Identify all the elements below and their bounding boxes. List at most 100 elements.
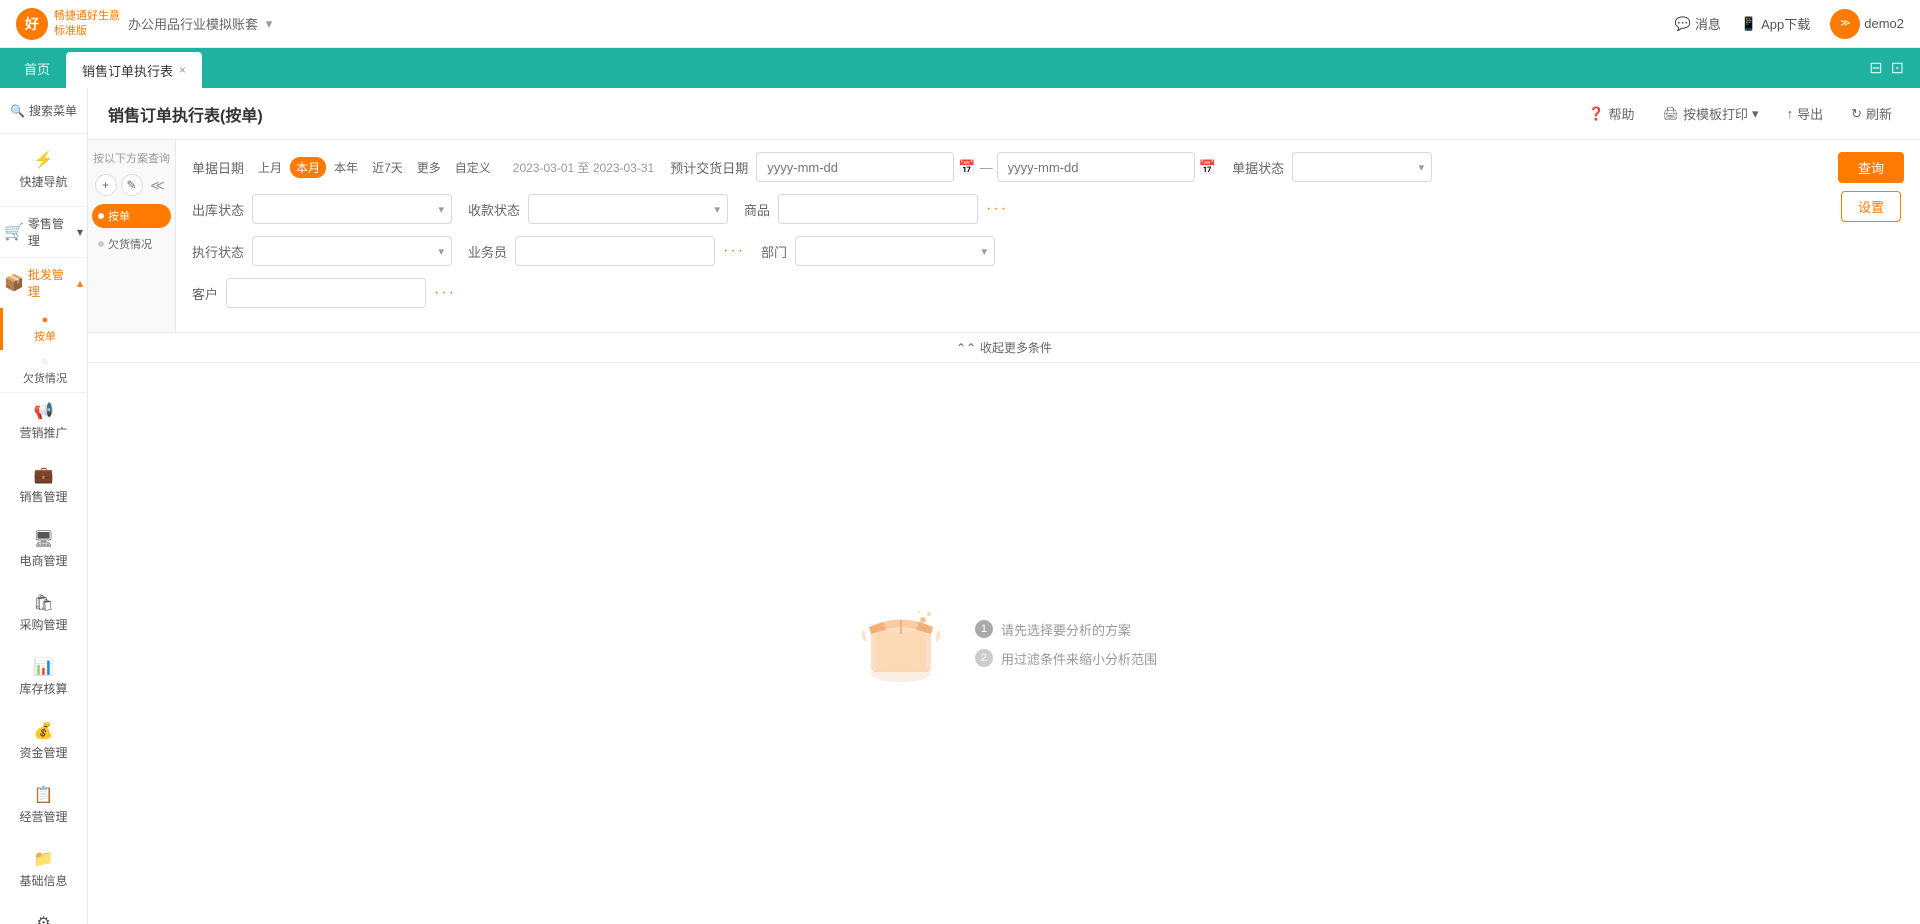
exec-status-label: 执行状态	[192, 242, 244, 261]
filter-field-exec-status: 执行状态	[192, 236, 452, 266]
plan-dot-1	[98, 213, 104, 219]
message-action[interactable]: 💬 消息	[1675, 14, 1721, 33]
collect-select[interactable]	[528, 194, 728, 224]
collect-label: 收款状态	[468, 200, 520, 219]
sidebar-subitem-按单[interactable]: ● 按单	[0, 308, 87, 350]
customer-more-button[interactable]: ···	[434, 284, 456, 302]
date-tab-更多[interactable]: 更多	[411, 157, 447, 178]
goods-more-button[interactable]: ···	[986, 200, 1008, 218]
predict-date-to-calendar-icon[interactable]: 📅	[1199, 159, 1216, 176]
filter-plan-item-欠货情况[interactable]: 欠货情况	[92, 232, 171, 256]
filter-row-4: 客户 ···	[192, 278, 1814, 308]
page-title: 销售订单执行表(按单)	[108, 102, 263, 138]
search-icon: 🔍	[10, 104, 25, 118]
status-select[interactable]	[1292, 152, 1432, 182]
empty-illustration	[851, 592, 951, 692]
plan-dot-2	[98, 241, 104, 247]
goods-input[interactable]	[778, 194, 978, 224]
purchase-icon: 🛍	[33, 593, 53, 613]
page-header-actions: ❓ 帮助 🖨 按模板打印 ▾ ↑ 导出 ↻ 刷新	[1580, 100, 1900, 139]
collapse-icon: ⌃⌃	[956, 341, 976, 355]
sidebar-item-stock[interactable]: 📊 库存核算	[0, 649, 87, 705]
tab-maximize-button[interactable]: ⊡	[1891, 58, 1904, 78]
filter-edit-button[interactable]: ✎	[121, 174, 143, 196]
sidebar-item-wholesale[interactable]: 📦 批发管理 ▴	[0, 258, 87, 308]
filter-plan-item-按单[interactable]: 按单	[92, 204, 171, 228]
system-icon: ⚙	[36, 913, 50, 924]
sidebar-item-finance[interactable]: 💰 资金管理	[0, 713, 87, 769]
refresh-button[interactable]: ↻ 刷新	[1843, 100, 1900, 127]
sidebar-item-system[interactable]: ⚙ 系统管理	[0, 905, 87, 924]
print-icon: 🖨	[1663, 106, 1680, 122]
date-separator: —	[980, 160, 993, 175]
sidebar-item-basic[interactable]: 📁 基础信息	[0, 841, 87, 897]
sidebar-item-purchase[interactable]: 🛍 采购管理	[0, 585, 87, 641]
filter-field-status: 单据状态	[1232, 152, 1432, 182]
filter-field-salesperson: 业务员 ···	[468, 236, 745, 266]
settings-button[interactable]: 设置	[1841, 191, 1901, 222]
filter-row-1: 单据日期 上月 本月 本年 近7天 更多 自定义 2023-03-01 至 20…	[192, 152, 1814, 182]
page-header: 销售订单执行表(按单) ❓ 帮助 🖨 按模板打印 ▾ ↑ 导出 ↻ 刷新	[88, 88, 1920, 140]
salesperson-input[interactable]	[515, 236, 715, 266]
circle-icon2: ○	[42, 356, 49, 368]
sidebar-quick-nav: ⚡ 快捷导航	[0, 134, 87, 207]
customer-input[interactable]	[226, 278, 426, 308]
empty-tip-1: 1 请先选择要分析的方案	[975, 620, 1157, 639]
tab-minimize-button[interactable]: ⊟	[1869, 58, 1882, 78]
sidebar-item-operations[interactable]: 📋 经营管理	[0, 777, 87, 833]
outstock-select[interactable]	[252, 194, 452, 224]
sidebar-wholesale-section: 📦 批发管理 ▴ ● 按单 ○ 欠货情况	[0, 258, 87, 393]
filter-collapse-button[interactable]: ≪	[147, 174, 169, 196]
circle-icon: ●	[42, 314, 49, 326]
collapse-bar[interactable]: ⌃⌃ 收起更多条件	[88, 333, 1920, 363]
sidebar-item-quicknav[interactable]: ⚡ 快捷导航	[0, 142, 87, 198]
filter-field-date: 单据日期 上月 本月 本年 近7天 更多 自定义 2023-03-01 至 20…	[192, 157, 654, 178]
sidebar-item-retail[interactable]: 🛒 零售管理 ▾	[0, 207, 87, 257]
tab-active-label: 销售订单执行表	[82, 61, 173, 80]
logo-area: 好 畅捷通好生意 标准版	[16, 8, 120, 40]
help-icon: ❓	[1588, 106, 1604, 122]
print-expand-icon: ▾	[1752, 106, 1759, 122]
sales-icon: 💼	[34, 465, 54, 485]
app-title-area: 办公用品行业模拟账套 ▾	[128, 14, 276, 33]
date-tab-上月[interactable]: 上月	[252, 157, 288, 178]
date-tab-本月[interactable]: 本月	[290, 157, 326, 178]
tab-home[interactable]: 首页	[8, 48, 66, 88]
tab-active[interactable]: 销售订单执行表 ×	[66, 52, 202, 88]
salesperson-more-button[interactable]: ···	[723, 242, 745, 260]
sidebar-subitem-欠货情况[interactable]: ○ 欠货情况	[0, 350, 87, 392]
filter-add-button[interactable]: +	[95, 174, 117, 196]
top-bar: 好 畅捷通好生意 标准版 办公用品行业模拟账套 ▾ 💬 消息 📱 App下载 ≫…	[0, 0, 1920, 48]
tip-num-2: 2	[975, 649, 993, 667]
wholesale-icon: 📦	[4, 273, 24, 293]
search-button[interactable]: 查询	[1838, 152, 1904, 183]
predict-date-from-input[interactable]	[756, 152, 954, 182]
print-button[interactable]: 🖨 按模板打印 ▾	[1655, 100, 1767, 127]
user-profile[interactable]: ≫ demo2	[1830, 9, 1904, 39]
exec-status-select[interactable]	[252, 236, 452, 266]
sidebar-item-sales[interactable]: 💼 销售管理	[0, 457, 87, 513]
predict-date-from-calendar-icon[interactable]: 📅	[958, 159, 975, 176]
ecom-icon: 🖥	[33, 529, 53, 549]
sidebar-search-button[interactable]: 🔍 搜索菜单	[8, 98, 79, 123]
export-button[interactable]: ↑ 导出	[1779, 100, 1832, 127]
date-tab-本年[interactable]: 本年	[328, 157, 364, 178]
tab-close-button[interactable]: ×	[179, 63, 186, 77]
message-icon: 💬	[1675, 16, 1691, 32]
salesperson-label: 业务员	[468, 242, 507, 261]
app-download-action[interactable]: 📱 App下载	[1741, 14, 1810, 33]
dept-select[interactable]	[795, 236, 995, 266]
predict-date-to-input[interactable]	[997, 152, 1195, 182]
sidebar-item-ecom[interactable]: 🖥 电商管理	[0, 521, 87, 577]
stock-icon: 📊	[34, 657, 54, 677]
predict-date-group: 📅 — 📅	[756, 152, 1216, 182]
date-tab-自定义[interactable]: 自定义	[449, 157, 497, 178]
status-label: 单据状态	[1232, 158, 1284, 177]
app-title-dropdown-icon[interactable]: ▾	[262, 17, 276, 31]
customer-label: 客户	[192, 284, 218, 303]
sidebar-item-marketing[interactable]: 📢 营销推广	[0, 393, 87, 449]
date-tab-近7天[interactable]: 近7天	[366, 157, 409, 178]
date-label: 单据日期	[192, 158, 244, 177]
help-button[interactable]: ❓ 帮助	[1580, 100, 1642, 127]
filter-field-collect: 收款状态	[468, 194, 728, 224]
